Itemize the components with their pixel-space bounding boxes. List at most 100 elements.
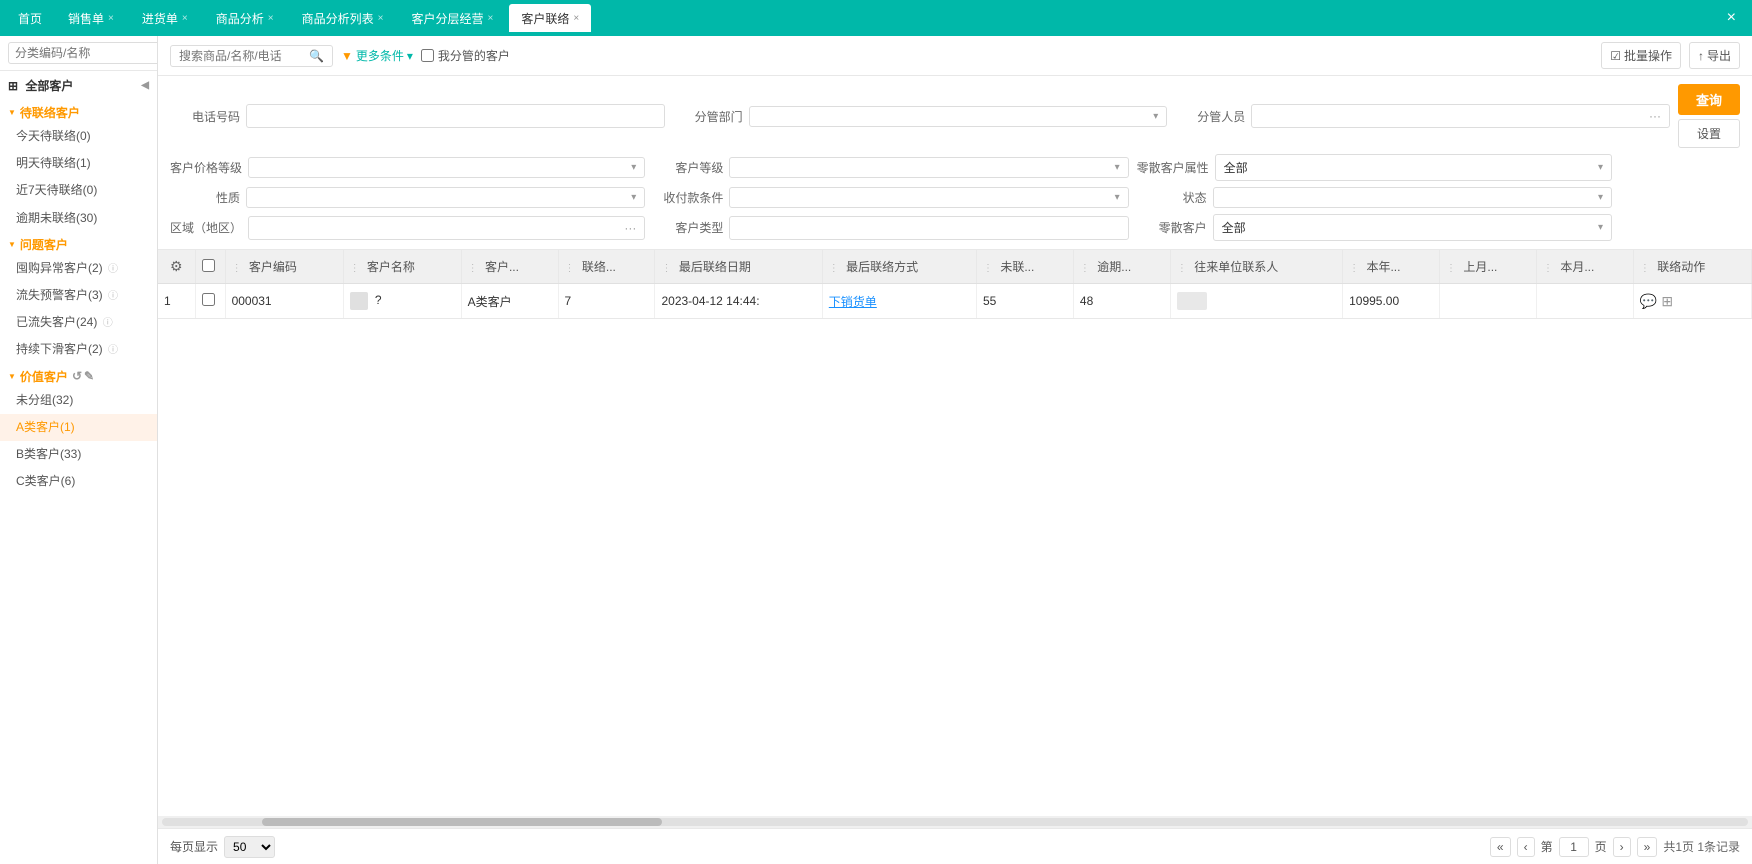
row-action-cell: 💬 ⊞ xyxy=(1633,284,1751,319)
filter-field-pricelevel: 客户价格等级 ▾ xyxy=(170,157,645,178)
customertype-input[interactable] xyxy=(729,216,1128,240)
triangle-icon3: ▼ xyxy=(8,372,16,381)
info-icon3[interactable]: ⓘ xyxy=(103,318,113,329)
edit-icon[interactable]: ✎ xyxy=(84,369,94,383)
column-settings-icon[interactable]: ⚙ xyxy=(164,256,189,276)
nav-tab-salesorder[interactable]: 销售单 × xyxy=(56,4,126,32)
info-icon2[interactable]: ⓘ xyxy=(108,291,118,302)
sidebar-group-pending[interactable]: ▼ 待联络客户 xyxy=(0,100,157,123)
my-customers-check-input[interactable] xyxy=(421,49,434,62)
sparse-select[interactable]: 全部 ▾ xyxy=(1213,214,1612,241)
top-nav: 首页 销售单 × 进货单 × 商品分析 × 商品分析列表 × 客户分层经营 × … xyxy=(0,0,1752,36)
row-lastmonth xyxy=(1440,284,1537,319)
my-customers-checkbox[interactable]: 我分管的客户 xyxy=(421,47,510,64)
close-customercontact-icon[interactable]: × xyxy=(573,13,579,24)
bottom-bar: 每页显示 50 100 200 « ‹ 第 1 页 › » 共1页 1条记录 xyxy=(158,828,1752,864)
query-button[interactable]: 查询 xyxy=(1678,84,1740,115)
th-lastcontactdate: ⋮ 最后联络日期 xyxy=(655,250,822,284)
collapse-icon[interactable]: ◀ xyxy=(141,80,149,91)
close-salesorder-icon[interactable]: × xyxy=(108,13,114,24)
region-select[interactable]: ··· xyxy=(248,216,645,240)
contact-method-link[interactable]: 下销货单 xyxy=(829,295,877,309)
sidebar-item-overdue[interactable]: 逾期未联络(30) xyxy=(0,205,157,232)
sidebar-item-tomorrow[interactable]: 明天待联络(1) xyxy=(0,150,157,177)
next-page-button[interactable]: › xyxy=(1613,837,1631,857)
th-code: ⋮ 客户编码 xyxy=(225,250,343,284)
nav-tab-customercontact[interactable]: 客户联络 × xyxy=(509,4,591,32)
window-close-button[interactable]: × xyxy=(1719,5,1744,31)
export-button[interactable]: ↑ 导出 xyxy=(1689,42,1740,69)
sidebar-group-value[interactable]: ▼ 价值客户 ↺ ✎ xyxy=(0,364,157,387)
th-contacts: ⋮ 往来单位联系人 xyxy=(1170,250,1342,284)
more-action-icon[interactable]: ⊞ xyxy=(1661,293,1673,310)
sidebar-item-c-class[interactable]: C类客户(6) xyxy=(0,468,157,495)
th-checkbox xyxy=(195,250,225,284)
close-purchaseorder-icon[interactable]: × xyxy=(182,13,188,24)
sidebar-all-customers[interactable]: ⊞ 全部客户 ◀ xyxy=(0,71,157,100)
first-page-button[interactable]: « xyxy=(1490,837,1511,857)
pricelevel-select[interactable]: ▾ xyxy=(248,157,645,178)
customertype-label: 客户类型 xyxy=(653,219,723,236)
sidebar-search-input[interactable] xyxy=(8,42,158,64)
customerlevel-select[interactable]: ▾ xyxy=(729,157,1128,178)
th-name: ⋮ 客户名称 xyxy=(343,250,461,284)
manager-select[interactable]: ··· xyxy=(1251,104,1670,128)
current-page-input[interactable]: 1 xyxy=(1559,837,1589,857)
batch-operation-button[interactable]: ☑ 批量操作 xyxy=(1601,42,1681,69)
sparseattr-select[interactable]: 全部 ▾ xyxy=(1215,154,1612,181)
sidebar-item-declining[interactable]: 持续下滑客户(2) ⓘ xyxy=(0,336,157,363)
sidebar-item-b-class[interactable]: B类客户(33) xyxy=(0,441,157,468)
filter-search-icon[interactable]: 🔍 xyxy=(309,49,324,63)
chat-icon[interactable]: 💬 xyxy=(1640,293,1657,310)
nature-label: 性质 xyxy=(170,189,240,206)
row-action-group: 💬 ⊞ xyxy=(1640,293,1745,310)
nav-tab-productanalysislist[interactable]: 商品分析列表 × xyxy=(290,4,396,32)
nav-tab-purchaseorder[interactable]: 进货单 × xyxy=(130,4,200,32)
triangle-icon: ▼ xyxy=(8,108,16,117)
sidebar-item-today[interactable]: 今天待联络(0) xyxy=(0,123,157,150)
filter-row-1: 电话号码 分管部门 ▾ 分管人员 ··· xyxy=(170,84,1740,148)
select-all-checkbox[interactable] xyxy=(202,259,215,272)
more-filters-button[interactable]: ▼ 更多条件 ▾ xyxy=(341,47,413,64)
last-page-button[interactable]: » xyxy=(1637,837,1658,857)
info-icon1[interactable]: ⓘ xyxy=(108,264,118,275)
row-checkbox[interactable] xyxy=(202,293,215,306)
page-size-select[interactable]: 50 100 200 xyxy=(224,836,275,858)
payterm-label: 收付款条件 xyxy=(653,189,723,206)
sidebar-item-lost[interactable]: 已流失客户(24) ⓘ xyxy=(0,309,157,336)
status-select[interactable]: ▾ xyxy=(1213,187,1612,208)
filter-search-input[interactable] xyxy=(179,49,309,63)
chev-icon2: ▾ xyxy=(631,162,636,173)
nav-home[interactable]: 首页 xyxy=(8,6,52,31)
nav-tab-productanalysis[interactable]: 商品分析 × xyxy=(204,4,286,32)
scrollbar-thumb[interactable] xyxy=(262,818,662,826)
nature-select[interactable]: ▾ xyxy=(246,187,645,208)
prev-page-button[interactable]: ‹ xyxy=(1517,837,1535,857)
department-select[interactable]: ▾ xyxy=(749,106,1168,127)
sidebar-item-losswarning[interactable]: 流失预警客户(3) ⓘ xyxy=(0,282,157,309)
table-wrapper: ⚙ ⋮ 客户编码 ⋮ 客户名称 xyxy=(158,250,1752,816)
region-label: 区域（地区） xyxy=(170,219,242,236)
close-productanalysislist-icon[interactable]: × xyxy=(378,13,384,24)
sidebar-group-problem[interactable]: ▼ 问题客户 xyxy=(0,232,157,255)
phone-input[interactable] xyxy=(246,104,665,128)
payterm-select[interactable]: ▾ xyxy=(729,187,1128,208)
filter-field-region: 区域（地区） ··· xyxy=(170,216,645,240)
triangle-icon2: ▼ xyxy=(8,240,16,249)
row-thisyear: 10995.00 xyxy=(1343,284,1440,319)
sidebar-item-7days[interactable]: 近7天待联络(0) xyxy=(0,177,157,204)
info-icon4[interactable]: ⓘ xyxy=(108,345,118,356)
filter-field-sparseattr: 零散客户属性 全部 ▾ xyxy=(1137,154,1612,181)
close-customersegment-icon[interactable]: × xyxy=(487,13,493,24)
sidebar-item-abnormal[interactable]: 囤购异常客户(2) ⓘ xyxy=(0,255,157,282)
refresh-icon[interactable]: ↺ xyxy=(72,369,82,383)
row-lastcontactdate: 2023-04-12 14:44: xyxy=(655,284,822,319)
th-customertype: ⋮ 客户... xyxy=(461,250,558,284)
close-productanalysis-icon[interactable]: × xyxy=(268,13,274,24)
sidebar-item-ungrouped[interactable]: 未分组(32) xyxy=(0,387,157,414)
setting-button[interactable]: 设置 xyxy=(1678,119,1740,148)
sidebar-item-a-class[interactable]: A类客户(1) xyxy=(0,414,157,441)
nav-tab-customersegment[interactable]: 客户分层经营 × xyxy=(399,4,505,32)
filter-panel: 电话号码 分管部门 ▾ 分管人员 ··· xyxy=(158,76,1752,250)
horizontal-scrollbar[interactable] xyxy=(158,816,1752,828)
